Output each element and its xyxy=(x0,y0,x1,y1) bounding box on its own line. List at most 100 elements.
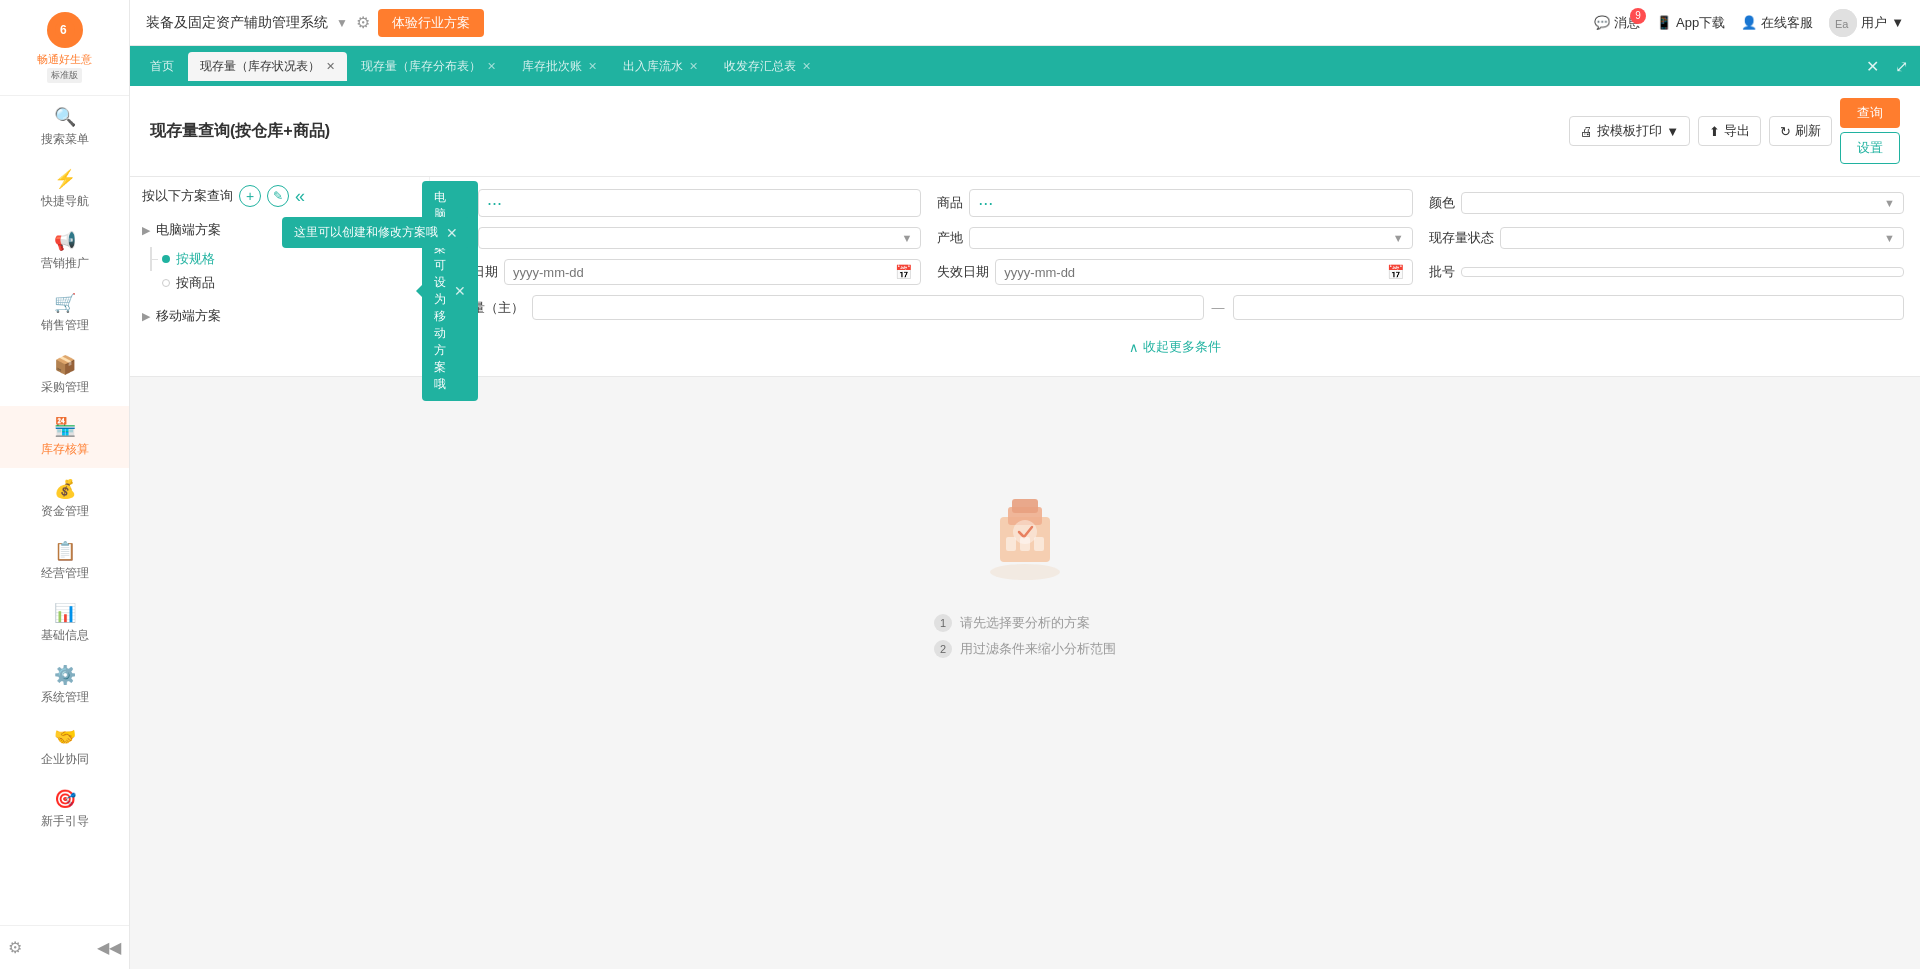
sidebar-item-search[interactable]: 🔍 搜索菜单 xyxy=(0,96,129,158)
warehouse-dots: ··· xyxy=(487,194,502,212)
tab-collect-summary[interactable]: 收发存汇总表 ✕ xyxy=(712,52,823,81)
origin-label: 产地 xyxy=(937,229,963,247)
prod-date-field[interactable] xyxy=(513,265,891,280)
sidebar-item-marketing[interactable]: 📢 营销推广 xyxy=(0,220,129,282)
system-dropdown-icon[interactable]: ▼ xyxy=(336,16,348,30)
collapse-btn[interactable]: ∧ 收起更多条件 xyxy=(446,330,1904,364)
tree-branch xyxy=(150,259,158,260)
expiry-date-field[interactable] xyxy=(1004,265,1382,280)
sidebar-item-finance[interactable]: 💰 资金管理 xyxy=(0,468,129,530)
notice-btn[interactable]: 💬 消息 9 xyxy=(1594,14,1640,32)
size-arrow: ▼ xyxy=(901,232,912,244)
scheme-item-guige-label[interactable]: 按规格 xyxy=(176,250,215,268)
scheme-item-goods[interactable]: 按商品 xyxy=(162,271,417,295)
expiry-date-cal-icon[interactable]: 📅 xyxy=(1387,264,1404,280)
filter-row-1: 仓库 ··· 商品 ··· 颜色 xyxy=(446,189,1904,217)
system-name: 装备及固定资产辅助管理系统 xyxy=(146,14,328,32)
desktop-scheme-label[interactable]: 电脑端方案 xyxy=(156,221,221,239)
set-button[interactable]: 设置 xyxy=(1840,132,1900,164)
empty-tip-1: 1 请先选择要分析的方案 xyxy=(934,614,1116,632)
tab-close-in-out-flow[interactable]: ✕ xyxy=(689,60,698,73)
sidebar-item-guide[interactable]: 🎯 新手引导 xyxy=(0,778,129,840)
print-template-label: 按模板打印 xyxy=(1597,122,1662,140)
edit-scheme-btn[interactable]: ✎ xyxy=(267,185,289,207)
header-left: 装备及固定资产辅助管理系统 ▼ ⚙ 体验行业方案 xyxy=(146,9,484,37)
tab-inventory-batch[interactable]: 库存批次账 ✕ xyxy=(510,52,609,81)
sidebar-item-system[interactable]: ⚙️ 系统管理 xyxy=(0,654,129,716)
scheme-item-goods-label[interactable]: 按商品 xyxy=(176,274,215,292)
tab-close-inventory-dist[interactable]: ✕ xyxy=(487,60,496,73)
tab-bar-actions: ✕ ⤢ xyxy=(1862,55,1912,78)
batch-input[interactable] xyxy=(1461,267,1904,277)
tooltip2-close[interactable]: ✕ xyxy=(446,225,458,241)
sidebar-item-sales[interactable]: 🛒 销售管理 xyxy=(0,282,129,344)
top-header: 装备及固定资产辅助管理系统 ▼ ⚙ 体验行业方案 💬 消息 9 📱 App下载 … xyxy=(130,0,1920,46)
refresh-btn[interactable]: ↻ 刷新 xyxy=(1769,116,1832,146)
trial-button[interactable]: 体验行业方案 xyxy=(378,9,484,37)
add-scheme-btn[interactable]: + xyxy=(239,185,261,207)
tab-close-collect-summary[interactable]: ✕ xyxy=(802,60,811,73)
stock-main-from-field[interactable] xyxy=(541,300,1195,315)
tab-close-inventory-status[interactable]: ✕ xyxy=(326,60,335,73)
stock-status-select[interactable]: ▼ xyxy=(1500,227,1904,249)
tab-home-label: 首页 xyxy=(150,58,174,75)
sidebar-item-operations[interactable]: 📋 经营管理 xyxy=(0,530,129,592)
finance-icon: 💰 xyxy=(54,478,76,500)
tab-inventory-dist[interactable]: 现存量（库存分布表） ✕ xyxy=(349,52,508,81)
tab-close-inventory-batch[interactable]: ✕ xyxy=(588,60,597,73)
sidebar-item-base-info[interactable]: 📊 基础信息 xyxy=(0,592,129,654)
marketing-icon: 📢 xyxy=(54,230,76,252)
scheme-expand-arrow[interactable]: ▶ xyxy=(142,224,150,237)
stock-main-to-field[interactable] xyxy=(1242,300,1896,315)
batch-label: 批号 xyxy=(1429,263,1455,281)
field-product: 商品 ··· xyxy=(937,189,1412,217)
sidebar: 6 畅通好生意 标准版 🔍 搜索菜单 ⚡ 快捷导航 📢 营销推广 🛒 销售管理 … xyxy=(0,0,130,969)
export-btn[interactable]: ⬆ 导出 xyxy=(1698,116,1761,146)
tip-num-2: 2 xyxy=(934,640,952,658)
service-icon: 👤 xyxy=(1741,15,1757,30)
user-btn[interactable]: Ea 用户 ▼ xyxy=(1829,9,1904,37)
prod-date-input[interactable]: 📅 xyxy=(504,259,921,285)
expiry-date-label: 失效日期 xyxy=(937,263,989,281)
sidebar-item-enterprise[interactable]: 🤝 企业协同 xyxy=(0,716,129,778)
tooltip2: .tt2::before { content:'';position:absol… xyxy=(282,217,470,248)
tooltip1-close[interactable]: ✕ xyxy=(454,283,466,299)
tab-expand-icon[interactable]: ⤢ xyxy=(1891,55,1912,78)
app-download-btn[interactable]: 📱 App下载 xyxy=(1656,14,1725,32)
tab-home[interactable]: 首页 xyxy=(138,52,186,81)
sidebar-label-base-info: 基础信息 xyxy=(41,627,89,644)
query-panel: 仓库 ··· 商品 ··· 颜色 xyxy=(430,177,1920,376)
refresh-label: 刷新 xyxy=(1795,122,1821,140)
mobile-expand-arrow[interactable]: ▶ xyxy=(142,310,150,323)
collapse-sidebar-icon[interactable]: ◀◀ xyxy=(97,938,121,957)
color-select[interactable]: ▼ xyxy=(1461,192,1904,214)
prod-date-cal-icon[interactable]: 📅 xyxy=(895,264,912,280)
online-service-btn[interactable]: 👤 在线客服 xyxy=(1741,14,1813,32)
warehouse-input[interactable]: ··· xyxy=(478,189,921,217)
tab-close-all-icon[interactable]: ✕ xyxy=(1862,55,1883,78)
scheme-arrow-left[interactable]: « xyxy=(295,186,305,207)
field-prod-date: 生产日期 📅 xyxy=(446,259,921,285)
sidebar-item-purchase[interactable]: 📦 采购管理 xyxy=(0,344,129,406)
print-template-btn[interactable]: 🖨 按模板打印 ▼ xyxy=(1569,116,1690,146)
stock-range-sep: — xyxy=(1212,300,1225,315)
query-button[interactable]: 查询 xyxy=(1840,98,1900,128)
tab-in-out-flow[interactable]: 出入库流水 ✕ xyxy=(611,52,710,81)
sidebar-item-inventory[interactable]: 🏪 库存核算 xyxy=(0,406,129,468)
svg-rect-11 xyxy=(1034,537,1044,551)
tooltip2-area: ▶ 电脑端方案 .tt2::before { content:'';positi… xyxy=(142,217,417,243)
product-input[interactable]: ··· xyxy=(969,189,1412,217)
sidebar-item-quick-nav[interactable]: ⚡ 快捷导航 xyxy=(0,158,129,220)
phone-icon: 📱 xyxy=(1656,15,1672,30)
origin-select[interactable]: ▼ xyxy=(969,227,1412,249)
header-settings-icon[interactable]: ⚙ xyxy=(356,13,370,32)
tab-inventory-status[interactable]: 现存量（库存状况表） ✕ xyxy=(188,52,347,81)
size-select[interactable]: ▼ xyxy=(478,227,921,249)
expiry-date-input[interactable]: 📅 xyxy=(995,259,1412,285)
mobile-scheme-label[interactable]: 移动端方案 xyxy=(156,307,221,325)
settings-bottom-icon[interactable]: ⚙ xyxy=(8,938,22,957)
tooltip2-container: .tt2::before { content:'';position:absol… xyxy=(282,217,470,248)
stock-main-from[interactable] xyxy=(532,295,1204,320)
tab-collect-summary-label: 收发存汇总表 xyxy=(724,58,796,75)
stock-main-to[interactable] xyxy=(1233,295,1905,320)
